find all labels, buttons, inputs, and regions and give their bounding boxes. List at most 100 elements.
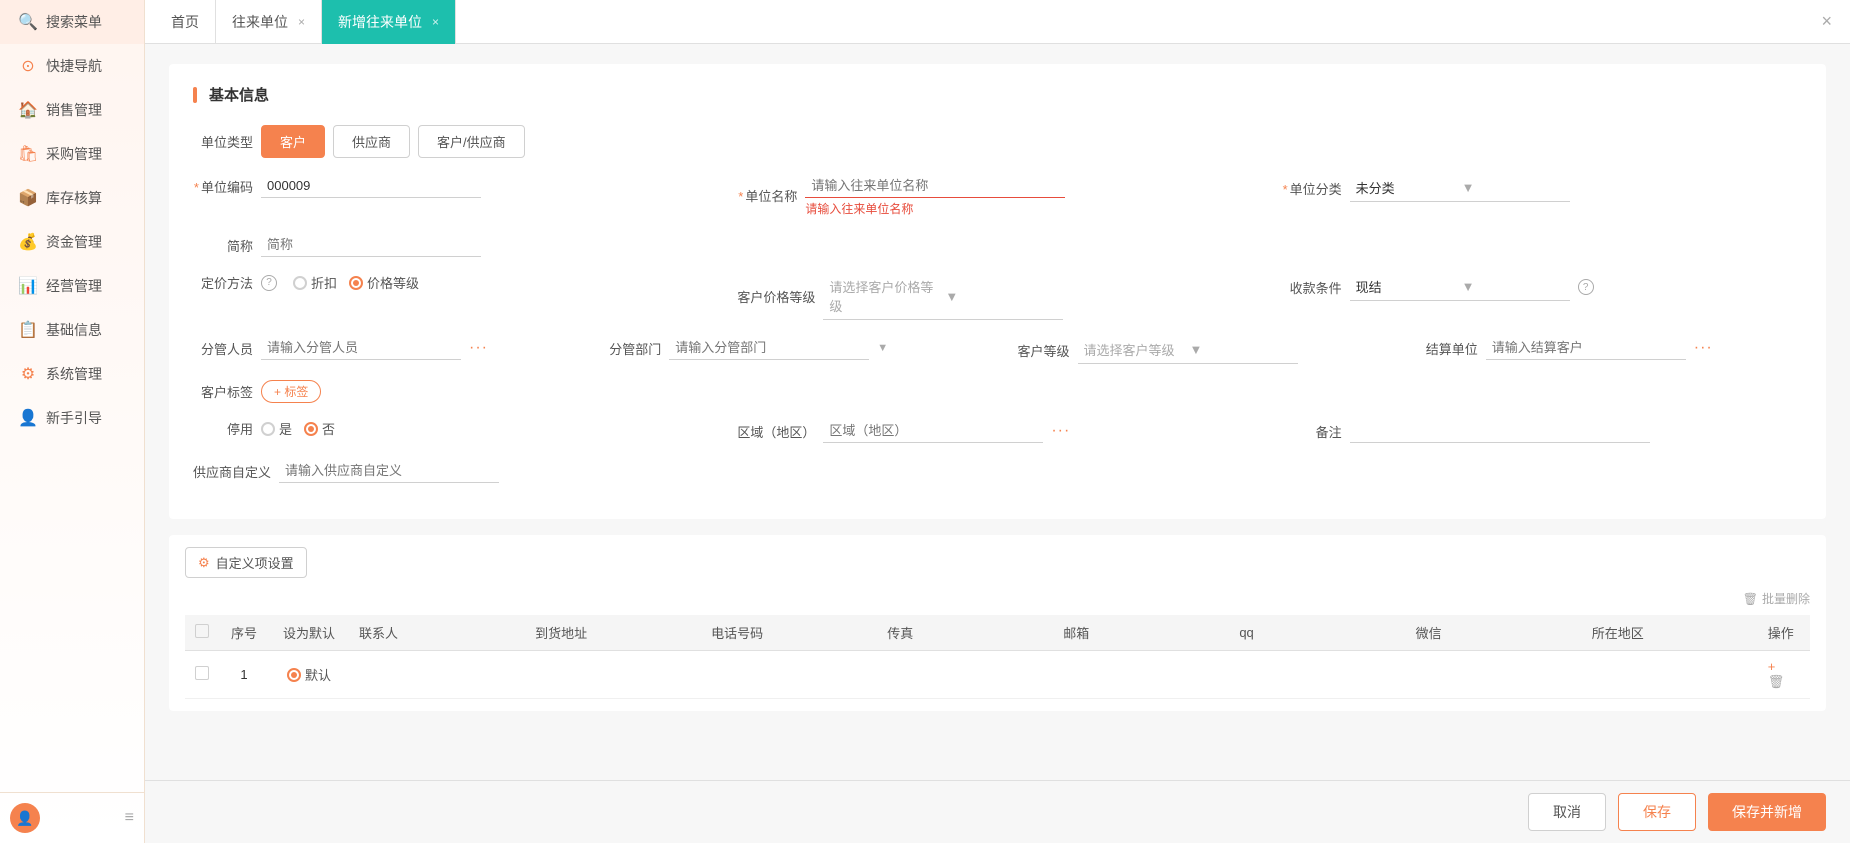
contact-input[interactable]: [359, 663, 515, 687]
radio-yes-circle: [261, 422, 275, 436]
table-section: ⚙ 自定义项设置 🗑 批量删除 序号: [169, 535, 1826, 711]
sidebar-item-search[interactable]: 🔍 搜索菜单: [0, 0, 144, 44]
sidebar-item-guide[interactable]: 👤 新手引导: [0, 396, 144, 440]
qq-input[interactable]: [1239, 663, 1395, 687]
save-new-button[interactable]: 保存并新增: [1708, 793, 1826, 831]
payment-terms-hint[interactable]: ?: [1578, 279, 1594, 295]
department-field: 分管部门 ▼: [601, 336, 985, 360]
section-title-text: 基本信息: [209, 84, 269, 105]
row-checkbox[interactable]: [195, 666, 209, 680]
row-qq[interactable]: [1229, 651, 1405, 699]
region-more-button[interactable]: ···: [1051, 422, 1070, 440]
row-region[interactable]: [1582, 651, 1758, 699]
settings-row: ⚙ 自定义项设置: [185, 547, 1810, 578]
custom-settings-button[interactable]: ⚙ 自定义项设置: [185, 547, 307, 578]
region-row-input[interactable]: [1592, 663, 1748, 687]
sidebar-item-basic[interactable]: 📋 基础信息: [0, 308, 144, 352]
tab-partners-close[interactable]: ×: [298, 15, 305, 29]
row-wechat[interactable]: [1406, 651, 1582, 699]
footer-bar: 取消 保存 保存并新增: [145, 780, 1850, 843]
unit-code-name-row: *单位编码 *单位名称 请输入往来单位名称 *单位分类 未分类 ▼: [193, 174, 1802, 217]
contacts-table: 序号 设为默认 联系人 到货地址 电话号码 传真 邮箱 qq 微信 所在地区 操…: [185, 615, 1810, 699]
sidebar-item-system[interactable]: ⚙ 系统管理: [0, 352, 144, 396]
sidebar-item-label: 新手引导: [46, 408, 102, 428]
tab-new-partner-close[interactable]: ×: [432, 15, 439, 29]
radio-discount-circle: [293, 276, 307, 290]
pricing-row: 定价方法 ? 折扣 价格等级 客户价格: [193, 273, 1802, 320]
user-avatar[interactable]: 👤: [10, 803, 40, 833]
guide-icon: 👤: [18, 408, 38, 428]
unit-category-value: 未分类: [1356, 178, 1458, 197]
fax-input[interactable]: [887, 663, 1043, 687]
batch-delete-button[interactable]: 🗑 批量删除: [1743, 590, 1810, 607]
department-input[interactable]: [669, 336, 869, 360]
address-input[interactable]: [535, 663, 691, 687]
row-email[interactable]: [1053, 651, 1229, 699]
settlement-unit-input[interactable]: [1486, 336, 1686, 360]
sidebar-expand-icon[interactable]: ≡: [125, 809, 134, 827]
wechat-input[interactable]: [1416, 663, 1572, 687]
row-phone[interactable]: [701, 651, 877, 699]
tab-partners[interactable]: 往来单位 ×: [216, 0, 322, 44]
customer-price-level-select[interactable]: 请选择客户价格等级 ▼: [823, 273, 1063, 320]
pricing-hint-icon[interactable]: ?: [261, 275, 277, 291]
window-close-button[interactable]: ×: [1813, 11, 1840, 32]
region-input[interactable]: [823, 419, 1043, 443]
unit-code-label: *单位编码: [193, 177, 253, 196]
radio-discount-label: 折扣: [311, 273, 337, 292]
row-address[interactable]: [525, 651, 701, 699]
sidebar-item-operations[interactable]: 📊 经营管理: [0, 264, 144, 308]
inventory-icon: 📦: [18, 188, 38, 208]
abbreviation-input[interactable]: [261, 233, 481, 257]
unit-category-select[interactable]: 未分类 ▼: [1350, 174, 1570, 202]
tab-new-partner[interactable]: 新增往来单位 ×: [322, 0, 456, 44]
radio-price-level[interactable]: 价格等级: [349, 273, 419, 292]
customer-level-select[interactable]: 请选择客户等级 ▼: [1078, 336, 1298, 364]
pricing-radio-group: 折扣 价格等级: [293, 273, 419, 292]
cancel-button[interactable]: 取消: [1528, 793, 1606, 831]
abbreviation-field: 简称: [193, 233, 1802, 257]
sidebar-item-sales[interactable]: 🏠 销售管理: [0, 88, 144, 132]
delete-icon: 🗑: [1743, 592, 1758, 606]
radio-no[interactable]: 否: [304, 419, 335, 438]
row-contact[interactable]: [349, 651, 525, 699]
batch-delete-label: 批量删除: [1762, 590, 1810, 607]
sidebar-item-purchase[interactable]: 🛍 采购管理: [0, 132, 144, 176]
supplier-custom-input[interactable]: [279, 459, 499, 483]
tab-home-label: 首页: [171, 12, 199, 32]
phone-input[interactable]: [711, 663, 867, 687]
sidebar-item-quicknav[interactable]: ⊙ 快捷导航: [0, 44, 144, 88]
select-all-checkbox[interactable]: [195, 624, 209, 638]
tab-home[interactable]: 首页: [155, 0, 216, 44]
unit-code-input[interactable]: [261, 174, 481, 198]
row-fax[interactable]: [877, 651, 1053, 699]
remark-input[interactable]: [1350, 419, 1650, 443]
email-input[interactable]: [1063, 663, 1219, 687]
sidebar-item-inventory[interactable]: 📦 库存核算: [0, 176, 144, 220]
section-title-bar: [193, 87, 197, 103]
manager-more-button[interactable]: ···: [469, 339, 488, 357]
radio-discount[interactable]: 折扣: [293, 273, 337, 292]
row-add-button[interactable]: +: [1768, 659, 1776, 674]
row-delete-button[interactable]: 🗑: [1768, 674, 1785, 689]
sidebar-item-finance[interactable]: 💰 资金管理: [0, 220, 144, 264]
row-default-radio-circle: [287, 668, 301, 682]
radio-yes[interactable]: 是: [261, 419, 292, 438]
sidebar: 🔍 搜索菜单 ⊙ 快捷导航 🏠 销售管理 🛍 采购管理 📦 库存核算 💰 资金管…: [0, 0, 145, 843]
add-tag-button[interactable]: + 标签: [261, 380, 321, 403]
customer-price-level-placeholder: 请选择客户价格等级: [829, 277, 941, 315]
manager-input[interactable]: [261, 336, 461, 360]
row-default-radio[interactable]: 默认: [279, 665, 339, 684]
unit-name-wrapper: 请输入往来单位名称: [805, 174, 1257, 217]
payment-terms-select[interactable]: 现结 ▼: [1350, 273, 1570, 301]
btn-customer[interactable]: 客户: [261, 125, 325, 158]
unit-name-input[interactable]: [805, 174, 1065, 198]
btn-supplier[interactable]: 供应商: [333, 125, 410, 158]
manager-field: 分管人员 ···: [193, 336, 577, 360]
save-button[interactable]: 保存: [1618, 793, 1696, 831]
btn-both[interactable]: 客户/供应商: [418, 125, 525, 158]
settlement-more-button[interactable]: ···: [1694, 339, 1713, 357]
sidebar-item-label: 销售管理: [46, 100, 102, 120]
pricing-method-field: 定价方法 ? 折扣 价格等级: [193, 273, 713, 292]
supplier-custom-label: 供应商自定义: [193, 462, 271, 481]
